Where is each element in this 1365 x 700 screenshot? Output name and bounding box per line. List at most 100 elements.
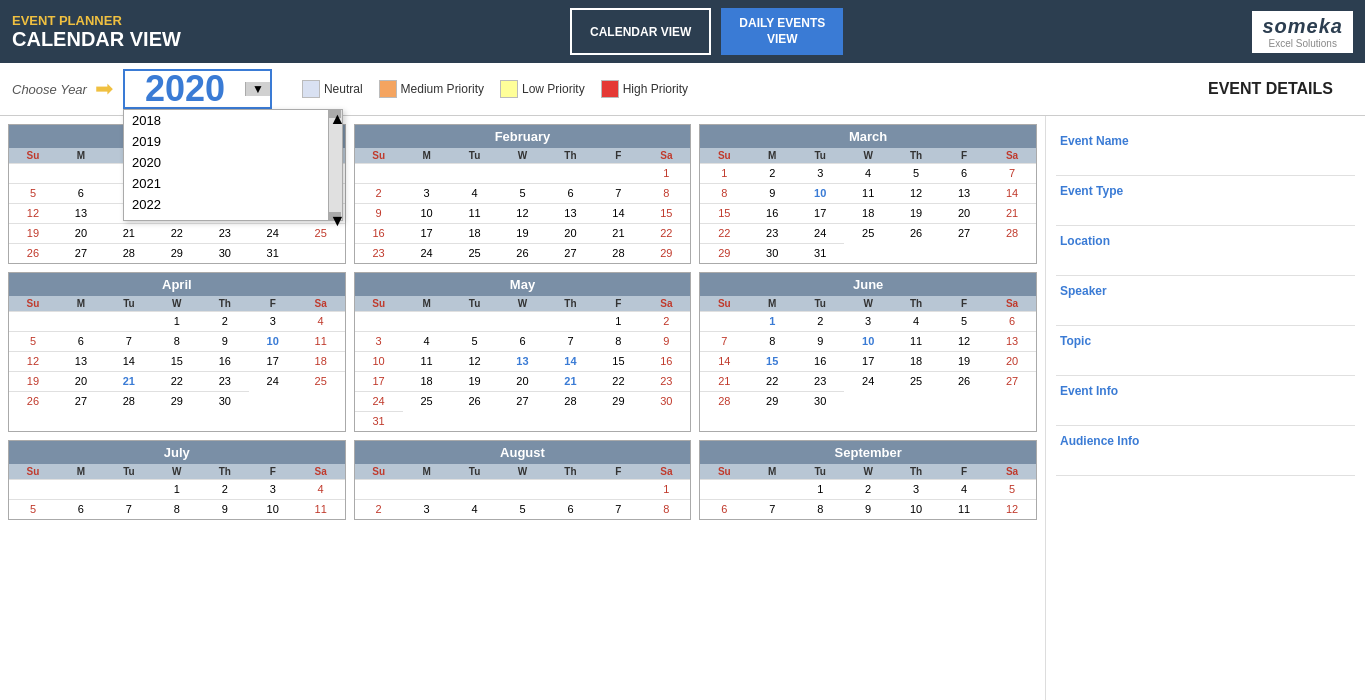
day-cell[interactable]: 3 [892, 479, 940, 499]
day-cell[interactable]: 24 [249, 223, 297, 243]
day-cell[interactable]: 20 [57, 223, 105, 243]
day-cell[interactable]: 11 [451, 203, 499, 223]
day-cell[interactable]: 17 [355, 371, 403, 391]
day-cell[interactable]: 26 [9, 243, 57, 263]
day-cell[interactable]: 24 [355, 391, 403, 411]
day-cell[interactable]: 6 [700, 499, 748, 519]
day-cell[interactable] [105, 479, 153, 499]
day-cell[interactable] [403, 311, 451, 331]
day-cell[interactable]: 18 [844, 203, 892, 223]
day-cell[interactable]: 4 [403, 331, 451, 351]
day-cell[interactable]: 21 [105, 371, 153, 391]
day-cell[interactable] [57, 311, 105, 331]
day-cell[interactable]: 9 [748, 183, 796, 203]
day-cell[interactable]: 13 [499, 351, 547, 371]
day-cell[interactable] [9, 479, 57, 499]
day-cell[interactable]: 11 [403, 351, 451, 371]
day-cell[interactable]: 16 [796, 351, 844, 371]
day-cell[interactable]: 5 [940, 311, 988, 331]
day-cell[interactable]: 12 [9, 351, 57, 371]
day-cell[interactable]: 1 [153, 311, 201, 331]
day-cell[interactable]: 5 [9, 499, 57, 519]
day-cell[interactable]: 17 [403, 223, 451, 243]
day-cell[interactable]: 6 [57, 331, 105, 351]
day-cell[interactable]: 2 [642, 311, 690, 331]
day-cell[interactable]: 23 [748, 223, 796, 243]
day-cell[interactable] [594, 479, 642, 499]
day-cell[interactable]: 23 [201, 371, 249, 391]
day-cell[interactable]: 13 [988, 331, 1036, 351]
day-cell[interactable]: 10 [249, 499, 297, 519]
day-cell[interactable]: 27 [546, 243, 594, 263]
day-cell[interactable]: 31 [249, 243, 297, 263]
day-cell[interactable]: 13 [940, 183, 988, 203]
day-cell[interactable] [57, 163, 105, 183]
day-cell[interactable] [355, 163, 403, 183]
day-cell[interactable]: 26 [940, 371, 988, 391]
day-cell[interactable]: 28 [594, 243, 642, 263]
day-cell[interactable] [355, 311, 403, 331]
day-cell[interactable]: 5 [499, 183, 547, 203]
day-cell[interactable]: 4 [297, 479, 345, 499]
day-cell[interactable]: 2 [844, 479, 892, 499]
day-cell[interactable] [594, 163, 642, 183]
day-cell[interactable]: 10 [403, 203, 451, 223]
day-cell[interactable]: 22 [594, 371, 642, 391]
day-cell[interactable]: 27 [940, 223, 988, 243]
day-cell[interactable] [9, 311, 57, 331]
day-cell[interactable]: 7 [105, 331, 153, 351]
day-cell[interactable]: 9 [844, 499, 892, 519]
day-cell[interactable]: 28 [105, 391, 153, 411]
day-cell[interactable]: 6 [940, 163, 988, 183]
day-cell[interactable]: 7 [546, 331, 594, 351]
day-cell[interactable]: 25 [403, 391, 451, 411]
day-cell[interactable]: 30 [796, 391, 844, 411]
day-cell[interactable]: 7 [594, 499, 642, 519]
day-cell[interactable]: 30 [642, 391, 690, 411]
day-cell[interactable]: 10 [892, 499, 940, 519]
day-cell[interactable]: 8 [153, 331, 201, 351]
day-cell[interactable]: 10 [796, 183, 844, 203]
day-cell[interactable]: 4 [844, 163, 892, 183]
day-cell[interactable]: 2 [796, 311, 844, 331]
day-cell[interactable] [403, 163, 451, 183]
day-cell[interactable]: 5 [9, 183, 57, 203]
day-cell[interactable]: 21 [988, 203, 1036, 223]
day-cell[interactable]: 8 [153, 499, 201, 519]
day-cell[interactable]: 18 [892, 351, 940, 371]
day-cell[interactable]: 21 [546, 371, 594, 391]
day-cell[interactable]: 15 [748, 351, 796, 371]
day-cell[interactable]: 5 [499, 499, 547, 519]
day-cell[interactable]: 15 [153, 351, 201, 371]
day-cell[interactable]: 11 [297, 331, 345, 351]
day-cell[interactable]: 25 [892, 371, 940, 391]
day-cell[interactable]: 14 [594, 203, 642, 223]
day-cell[interactable]: 2 [201, 311, 249, 331]
day-cell[interactable]: 6 [546, 183, 594, 203]
day-cell[interactable]: 29 [153, 391, 201, 411]
day-cell[interactable]: 11 [940, 499, 988, 519]
year-list[interactable]: 2018 2019 2020 2021 2022 2023 2024 2025 [124, 110, 328, 220]
day-cell[interactable]: 3 [403, 183, 451, 203]
day-cell[interactable]: 19 [499, 223, 547, 243]
day-cell[interactable]: 1 [642, 479, 690, 499]
day-cell[interactable]: 13 [57, 351, 105, 371]
day-cell[interactable] [546, 163, 594, 183]
day-cell[interactable]: 22 [153, 371, 201, 391]
day-cell[interactable]: 4 [940, 479, 988, 499]
day-cell[interactable] [9, 163, 57, 183]
day-cell[interactable] [105, 311, 153, 331]
day-cell[interactable]: 25 [451, 243, 499, 263]
day-cell[interactable]: 19 [892, 203, 940, 223]
day-cell[interactable]: 27 [57, 391, 105, 411]
day-cell[interactable]: 7 [700, 331, 748, 351]
day-cell[interactable]: 5 [451, 331, 499, 351]
day-cell[interactable]: 9 [201, 499, 249, 519]
day-cell[interactable] [451, 311, 499, 331]
day-cell[interactable]: 14 [700, 351, 748, 371]
day-cell[interactable]: 8 [748, 331, 796, 351]
day-cell[interactable]: 3 [249, 479, 297, 499]
day-cell[interactable]: 13 [57, 203, 105, 223]
day-cell[interactable]: 4 [451, 183, 499, 203]
day-cell[interactable]: 20 [499, 371, 547, 391]
